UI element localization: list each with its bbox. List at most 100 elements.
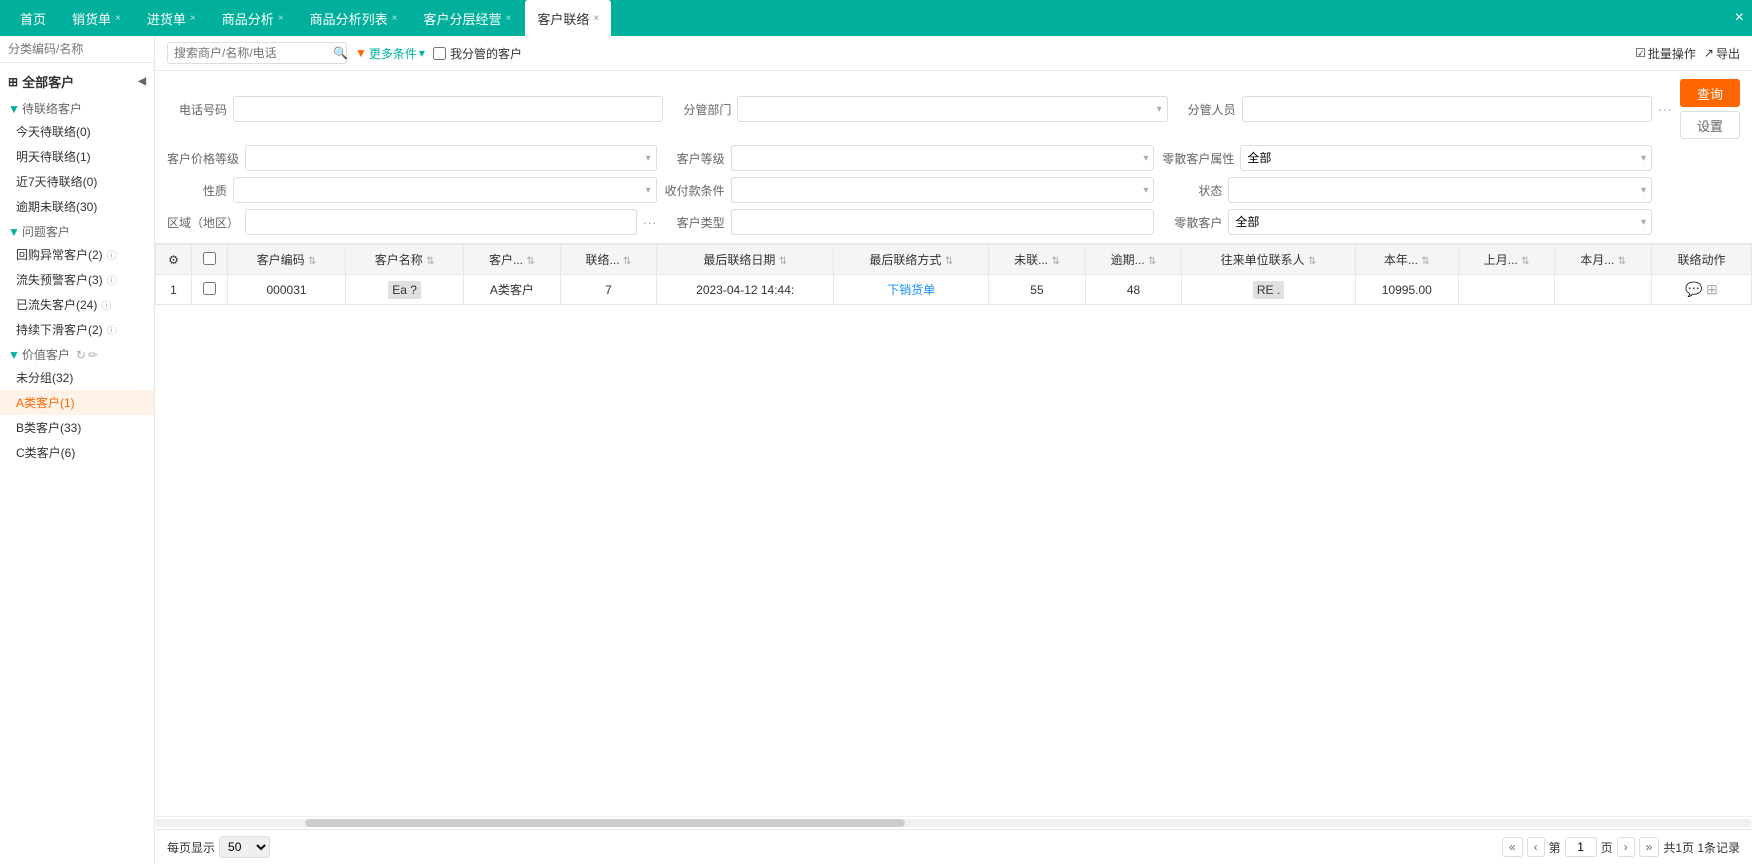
- my-customers-checkbox-label[interactable]: 我分管的客户: [433, 45, 522, 62]
- price-level-select[interactable]: 等级1等级2: [245, 145, 657, 171]
- sort-icon: ⇅: [945, 256, 953, 267]
- payment-select[interactable]: 预付月结: [731, 177, 1155, 203]
- sidebar-item-loss-predicted[interactable]: 流失预警客户(3) ⓘ: [0, 267, 154, 292]
- sort-icon: ⇅: [623, 256, 631, 267]
- col-checkbox[interactable]: [192, 245, 228, 275]
- sidebar-item-continuous-decline[interactable]: 持续下滑客户(2) ⓘ: [0, 317, 154, 342]
- sidebar-item-today[interactable]: 今天待联络(0): [0, 119, 154, 144]
- last-contact-method-link[interactable]: 下销货单: [887, 283, 935, 297]
- settings-icon[interactable]: ⚙: [168, 253, 179, 267]
- status-select[interactable]: 启用停用: [1228, 177, 1652, 203]
- sidebar-item-lost[interactable]: 已流失客户(24) ⓘ: [0, 292, 154, 317]
- sort-icon: ⇅: [1308, 256, 1316, 267]
- retail-attr-select[interactable]: 全部是否: [1240, 145, 1652, 171]
- grid-icon[interactable]: ⊞: [1706, 281, 1718, 297]
- page-number-input[interactable]: [1565, 837, 1597, 857]
- prev-page-button[interactable]: ‹: [1527, 837, 1545, 857]
- cell-checkbox[interactable]: [192, 275, 228, 305]
- search-icon[interactable]: 🔍: [333, 46, 348, 60]
- nav-item-home[interactable]: 首页: [8, 0, 58, 36]
- sort-icon: ⇅: [1051, 256, 1059, 267]
- nature-select[interactable]: 批发零售: [233, 177, 657, 203]
- nav-item-analysis[interactable]: 商品分析 ×: [210, 0, 296, 36]
- col-company-contact[interactable]: 往来单位联系人 ⇅: [1182, 245, 1355, 275]
- col-customer-name[interactable]: 客户名称 ⇅: [346, 245, 464, 275]
- edit-icon[interactable]: ✏: [88, 348, 98, 362]
- col-this-month[interactable]: 本月... ⇅: [1555, 245, 1652, 275]
- export-button[interactable]: ↗ 导出: [1704, 45, 1740, 62]
- customer-level-select[interactable]: A类B类C类: [731, 145, 1155, 171]
- sort-icon: ⇅: [526, 256, 534, 267]
- col-settings[interactable]: ⚙: [156, 245, 192, 275]
- sidebar-item-repurchase-abnormal[interactable]: 回购异常客户(2) ⓘ: [0, 242, 154, 267]
- sidebar-item-unclassified[interactable]: 未分组(32): [0, 365, 154, 390]
- close-icon[interactable]: ×: [392, 13, 398, 24]
- more-filters-button[interactable]: ▼ 更多条件 ▾: [355, 45, 425, 62]
- refresh-icon[interactable]: ↻: [76, 348, 86, 362]
- scrollbar-thumb[interactable]: [305, 819, 905, 827]
- close-all-button[interactable]: ×: [1735, 9, 1744, 27]
- customer-type-label: 客户类型: [665, 214, 725, 231]
- query-button[interactable]: 查询: [1680, 79, 1740, 107]
- sidebar-pending-contact-header: ▼ 待联络客户: [0, 96, 154, 119]
- col-customer-level[interactable]: 客户... ⇅: [464, 245, 561, 275]
- nav-item-sales[interactable]: 销货单 ×: [60, 0, 133, 36]
- region-input[interactable]: [245, 209, 637, 235]
- chevron-down-icon: ▾: [419, 46, 425, 60]
- sidebar-item-overdue[interactable]: 逾期未联络(30): [0, 194, 154, 219]
- nav-item-customer-seg[interactable]: 客户分层经营 ×: [411, 0, 523, 36]
- first-page-button[interactable]: «: [1502, 837, 1523, 857]
- close-icon[interactable]: ×: [115, 13, 121, 24]
- sidebar-item-week[interactable]: 近7天待联络(0): [0, 169, 154, 194]
- col-overdue[interactable]: 逾期... ⇅: [1085, 245, 1182, 275]
- next-page-button[interactable]: ›: [1617, 837, 1635, 857]
- settings-button[interactable]: 设置: [1680, 111, 1740, 139]
- sidebar-item-tomorrow[interactable]: 明天待联络(1): [0, 144, 154, 169]
- message-icon[interactable]: 💬: [1685, 281, 1702, 297]
- scrollbar-track[interactable]: [155, 819, 1752, 827]
- col-customer-code[interactable]: 客户编码 ⇅: [228, 245, 346, 275]
- my-customers-checkbox[interactable]: [433, 47, 446, 60]
- cell-last-month: [1458, 275, 1555, 305]
- page-size-select[interactable]: 20 50 100 200: [219, 836, 270, 858]
- col-last-contact-date[interactable]: 最后联络日期 ⇅: [657, 245, 834, 275]
- row-checkbox[interactable]: [203, 282, 216, 295]
- batch-ops-button[interactable]: ☑ 批量操作: [1635, 45, 1696, 62]
- col-current-year[interactable]: 本年... ⇅: [1355, 245, 1458, 275]
- nav-item-customer-contact[interactable]: 客户联络 ×: [525, 0, 611, 36]
- nav-item-analysis-list[interactable]: 商品分析列表 ×: [298, 0, 410, 36]
- col-no-contact[interactable]: 未联... ⇅: [989, 245, 1086, 275]
- collapse-icon[interactable]: ◀: [138, 76, 146, 87]
- sidebar-item-class-c[interactable]: C类客户(6): [0, 440, 154, 465]
- close-icon[interactable]: ×: [278, 13, 284, 24]
- page-size-label: 每页显示: [167, 839, 215, 856]
- nav-item-purchase[interactable]: 进货单 ×: [135, 0, 208, 36]
- phone-input[interactable]: [233, 96, 663, 122]
- dept-label: 分管部门: [671, 101, 731, 118]
- cell-current-year: 10995.00: [1355, 275, 1458, 305]
- select-all-checkbox[interactable]: [203, 252, 216, 265]
- close-icon[interactable]: ×: [190, 13, 196, 24]
- person-input[interactable]: [1242, 96, 1652, 122]
- col-last-month[interactable]: 上月... ⇅: [1458, 245, 1555, 275]
- cell-overdue: 48: [1085, 275, 1182, 305]
- dots-icon[interactable]: ···: [1658, 101, 1672, 117]
- customer-type-input[interactable]: [731, 209, 1155, 235]
- last-page-button[interactable]: »: [1639, 837, 1660, 857]
- col-last-contact-method[interactable]: 最后联络方式 ⇅: [834, 245, 989, 275]
- sidebar-all-customers[interactable]: ⊞ 全部客户 ◀: [0, 67, 154, 96]
- search-input[interactable]: [174, 46, 329, 60]
- help-icon: ⓘ: [101, 297, 111, 312]
- sidebar-item-class-a[interactable]: A类客户(1): [0, 390, 154, 415]
- help-icon: ⓘ: [107, 322, 117, 337]
- help-icon: ⓘ: [107, 272, 117, 287]
- close-icon[interactable]: ×: [593, 13, 599, 24]
- cell-last-contact-method: 下销货单: [834, 275, 989, 305]
- col-contact-count[interactable]: 联络... ⇅: [560, 245, 657, 275]
- retail-select[interactable]: 全部是否: [1228, 209, 1652, 235]
- sidebar-search-input[interactable]: [8, 42, 155, 56]
- dept-select[interactable]: 部门A部门B: [737, 96, 1167, 122]
- dots-icon[interactable]: ···: [643, 214, 657, 230]
- close-icon[interactable]: ×: [505, 13, 511, 24]
- sidebar-item-class-b[interactable]: B类客户(33): [0, 415, 154, 440]
